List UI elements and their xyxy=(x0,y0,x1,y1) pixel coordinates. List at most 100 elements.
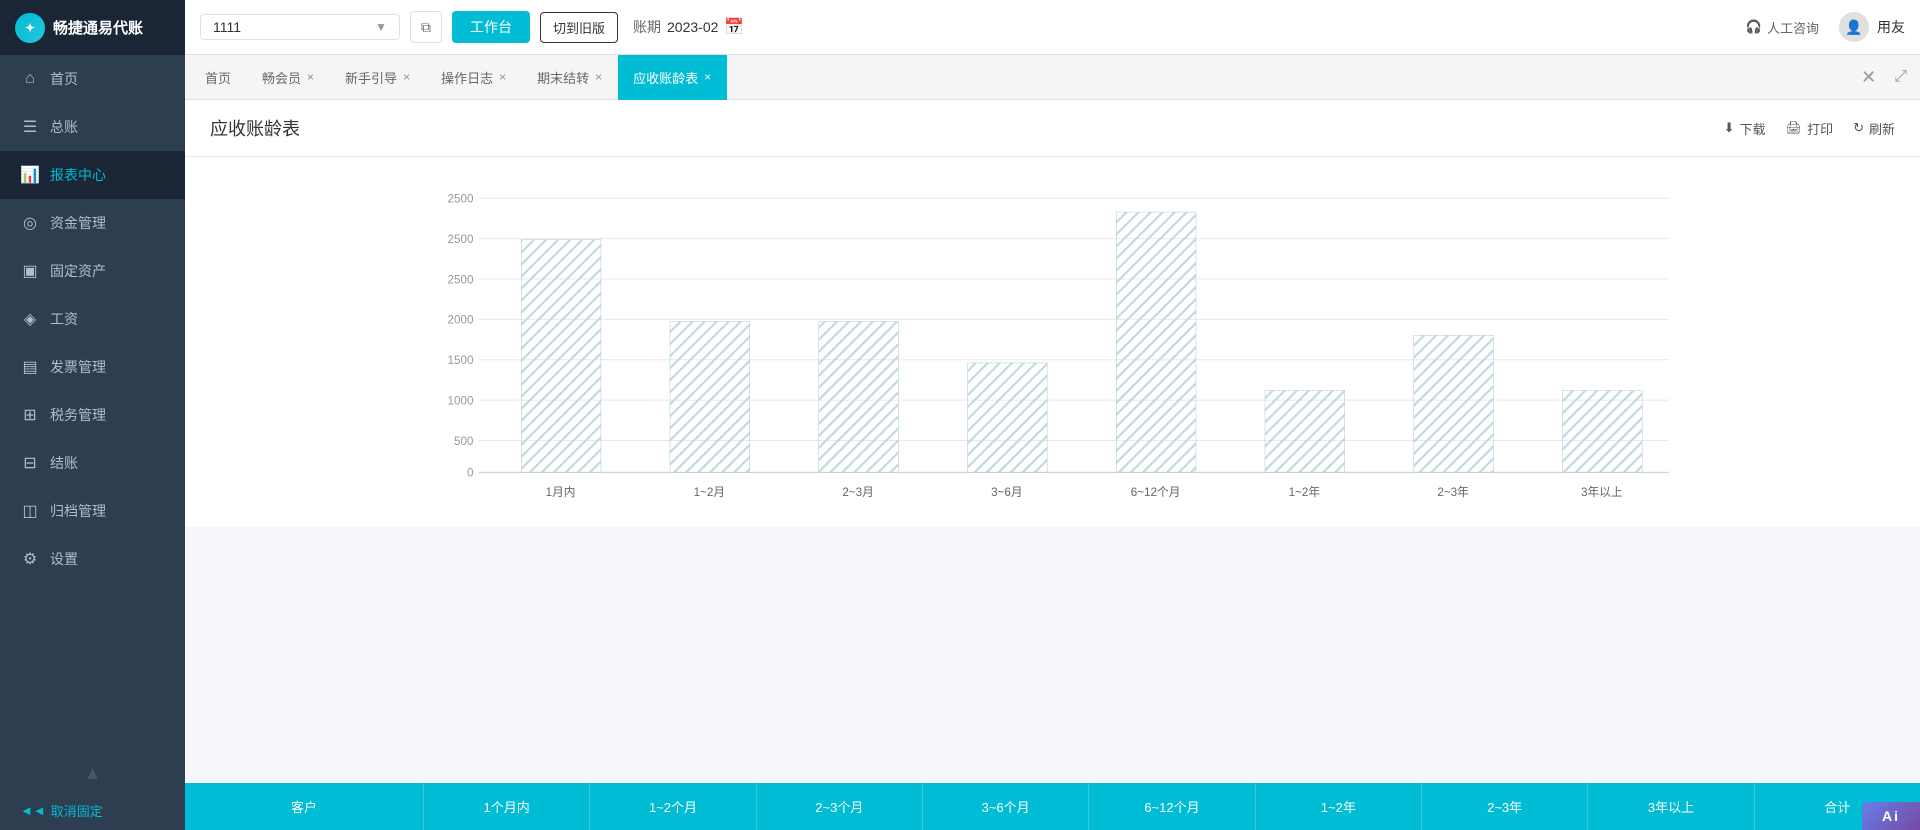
svg-text:2~3年: 2~3年 xyxy=(1437,485,1469,499)
page-header: 应收账龄表 ⬇ 下载 🖨 打印 ↻ 刷新 xyxy=(185,100,1920,157)
tab-close-aging[interactable]: × xyxy=(704,71,711,83)
svg-text:3年以上: 3年以上 xyxy=(1581,485,1623,499)
refresh-icon: ↻ xyxy=(1853,120,1864,136)
company-name: 1111 xyxy=(213,19,367,35)
support-link[interactable]: 🎧 人工咨询 xyxy=(1746,18,1819,37)
svg-text:2~3月: 2~3月 xyxy=(842,486,873,499)
nav-icon-settings: ⚙ xyxy=(20,549,40,569)
close-all-button[interactable]: ✕ xyxy=(1851,67,1886,88)
bar-2-3年 xyxy=(1414,335,1494,472)
user-area[interactable]: 👤 用友 xyxy=(1839,12,1905,42)
tab-log[interactable]: 操作日志 × xyxy=(426,55,522,100)
tab-period-end[interactable]: 期末结转× xyxy=(522,55,618,100)
sidebar-nav: ⌂ 首页 ☰ 总账 📊 报表中心 ◎ 资金管理 ▣ 固定资产 ◈ 工资 ▤ 发票… xyxy=(0,55,185,757)
sidebar-item-archive[interactable]: ◫ 归档管理 xyxy=(0,487,185,535)
main-area: 1111 ▼ ⧉ 工作台 切到旧版 账期 2023-02 📅 🎧 人工咨询 👤 … xyxy=(185,0,1920,830)
tab-close-log[interactable]: × xyxy=(499,71,506,83)
sidebar-item-invoice[interactable]: ▤ 发票管理 xyxy=(0,343,185,391)
svg-text:6~12个月: 6~12个月 xyxy=(1131,486,1181,499)
avatar: 👤 xyxy=(1839,12,1869,42)
sidebar-footer[interactable]: ◄◄ 取消固定 xyxy=(0,790,185,830)
footer-col-2: 1~2个月 xyxy=(590,783,756,830)
tab-close-member[interactable]: × xyxy=(307,71,314,83)
refresh-label: 刷新 xyxy=(1869,119,1895,138)
footer-col-3: 2~3个月 xyxy=(757,783,923,830)
dropdown-arrow-icon: ▼ xyxy=(375,20,387,34)
footer-col-7: 2~3年 xyxy=(1422,783,1588,830)
chart-container: 2500 2500 2500 2000 1500 1000 500 0 xyxy=(185,157,1920,527)
sidebar-item-ledger[interactable]: ☰ 总账 xyxy=(0,103,185,151)
bar-1-2年 xyxy=(1265,391,1345,473)
tab-member[interactable]: 畅会员 × xyxy=(247,55,330,100)
bar-3年以上 xyxy=(1563,391,1643,473)
sidebar: ✦ 畅捷通易代账 ⌂ 首页 ☰ 总账 📊 报表中心 ◎ 资金管理 ▣ 固定资产 … xyxy=(0,0,185,830)
switch-version-button[interactable]: 切到旧版 xyxy=(540,12,618,43)
sidebar-item-tax[interactable]: ⊞ 税务管理 xyxy=(0,391,185,439)
nav-label-reports: 报表中心 xyxy=(50,165,106,185)
bar-6-12月 xyxy=(1116,212,1196,472)
nav-label-ledger: 总账 xyxy=(50,117,78,137)
nav-icon-tax: ⊞ xyxy=(20,405,40,425)
bar-1月内 xyxy=(521,240,601,473)
footer-col-8: 3年以上 xyxy=(1588,783,1754,830)
calendar-icon[interactable]: 📅 xyxy=(724,17,744,37)
nav-label-home: 首页 xyxy=(50,69,78,89)
sidebar-item-close[interactable]: ⊟ 结账 xyxy=(0,439,185,487)
nav-icon-home: ⌂ xyxy=(20,69,40,89)
tab-home[interactable]: 首页 xyxy=(190,55,247,100)
tab-aging[interactable]: 应收账龄表× xyxy=(618,55,727,100)
nav-icon-close: ⊟ xyxy=(20,453,40,473)
aging-chart: 2500 2500 2500 2000 1500 1000 500 0 xyxy=(205,177,1900,517)
logo-icon: ✦ xyxy=(15,13,45,43)
company-selector[interactable]: 1111 ▼ xyxy=(200,14,400,40)
support-label: 人工咨询 xyxy=(1767,18,1819,37)
nav-icon-reports: 📊 xyxy=(20,165,40,185)
svg-text:0: 0 xyxy=(467,467,474,480)
copy-button[interactable]: ⧉ xyxy=(410,11,442,43)
svg-text:1500: 1500 xyxy=(447,354,473,367)
tab-close-period-end[interactable]: × xyxy=(595,71,602,83)
sidebar-item-reports[interactable]: 📊 报表中心 xyxy=(0,151,185,199)
print-button[interactable]: 🖨 打印 xyxy=(1786,119,1834,138)
page-actions: ⬇ 下载 🖨 打印 ↻ 刷新 xyxy=(1724,119,1895,138)
print-label: 打印 xyxy=(1807,119,1833,138)
footer-col-1: 1个月内 xyxy=(424,783,590,830)
download-button[interactable]: ⬇ 下载 xyxy=(1724,119,1766,138)
workbench-button[interactable]: 工作台 xyxy=(452,11,530,43)
sidebar-item-salary[interactable]: ◈ 工资 xyxy=(0,295,185,343)
app-logo: ✦ 畅捷通易代账 xyxy=(0,0,185,55)
tab-guide[interactable]: 新手引导× xyxy=(330,55,426,100)
headset-icon: 🎧 xyxy=(1746,19,1762,35)
nav-icon-ledger: ☰ xyxy=(20,117,40,137)
nav-label-invoice: 发票管理 xyxy=(50,357,106,377)
scroll-indicator: ▲ xyxy=(0,757,185,790)
tab-label-log: 操作日志 xyxy=(441,68,493,87)
bar-2-3月 xyxy=(819,322,899,473)
footer-col-0: 客户 xyxy=(185,783,424,830)
sidebar-item-funds[interactable]: ◎ 资金管理 xyxy=(0,199,185,247)
refresh-button[interactable]: ↻ 刷新 xyxy=(1853,119,1895,138)
avatar-icon: 👤 xyxy=(1845,19,1862,36)
table-footer: 客户1个月内1~2个月2~3个月3~6个月6~12个月1~2年2~3年3年以上合… xyxy=(185,783,1920,830)
expand-tabs-button[interactable]: ⤢ xyxy=(1886,68,1915,86)
pin-icon: ◄◄ xyxy=(20,803,46,818)
sidebar-item-settings[interactable]: ⚙ 设置 xyxy=(0,535,185,583)
header: 1111 ▼ ⧉ 工作台 切到旧版 账期 2023-02 📅 🎧 人工咨询 👤 … xyxy=(185,0,1920,55)
tabs-bar: 首页畅会员×新手引导×操作日志×期末结转×应收账龄表×✕ ⤢ xyxy=(185,55,1920,100)
sidebar-item-home[interactable]: ⌂ 首页 xyxy=(0,55,185,103)
download-label: 下载 xyxy=(1740,119,1766,138)
tab-label-member: 畅会员 xyxy=(262,68,301,87)
nav-label-archive: 归档管理 xyxy=(50,501,106,521)
period-label: 账期 xyxy=(633,17,661,37)
svg-text:1000: 1000 xyxy=(447,394,473,407)
nav-label-funds: 资金管理 xyxy=(50,213,106,233)
user-name: 用友 xyxy=(1877,17,1905,37)
period-value: 2023-02 xyxy=(667,19,718,35)
nav-icon-archive: ◫ xyxy=(20,501,40,521)
tab-close-guide[interactable]: × xyxy=(403,71,410,83)
bar-1-2月 xyxy=(670,322,750,473)
sidebar-item-assets[interactable]: ▣ 固定资产 xyxy=(0,247,185,295)
header-right: 🎧 人工咨询 👤 用友 xyxy=(1746,12,1905,42)
copy-icon: ⧉ xyxy=(421,19,431,36)
svg-text:1~2年: 1~2年 xyxy=(1289,485,1321,499)
